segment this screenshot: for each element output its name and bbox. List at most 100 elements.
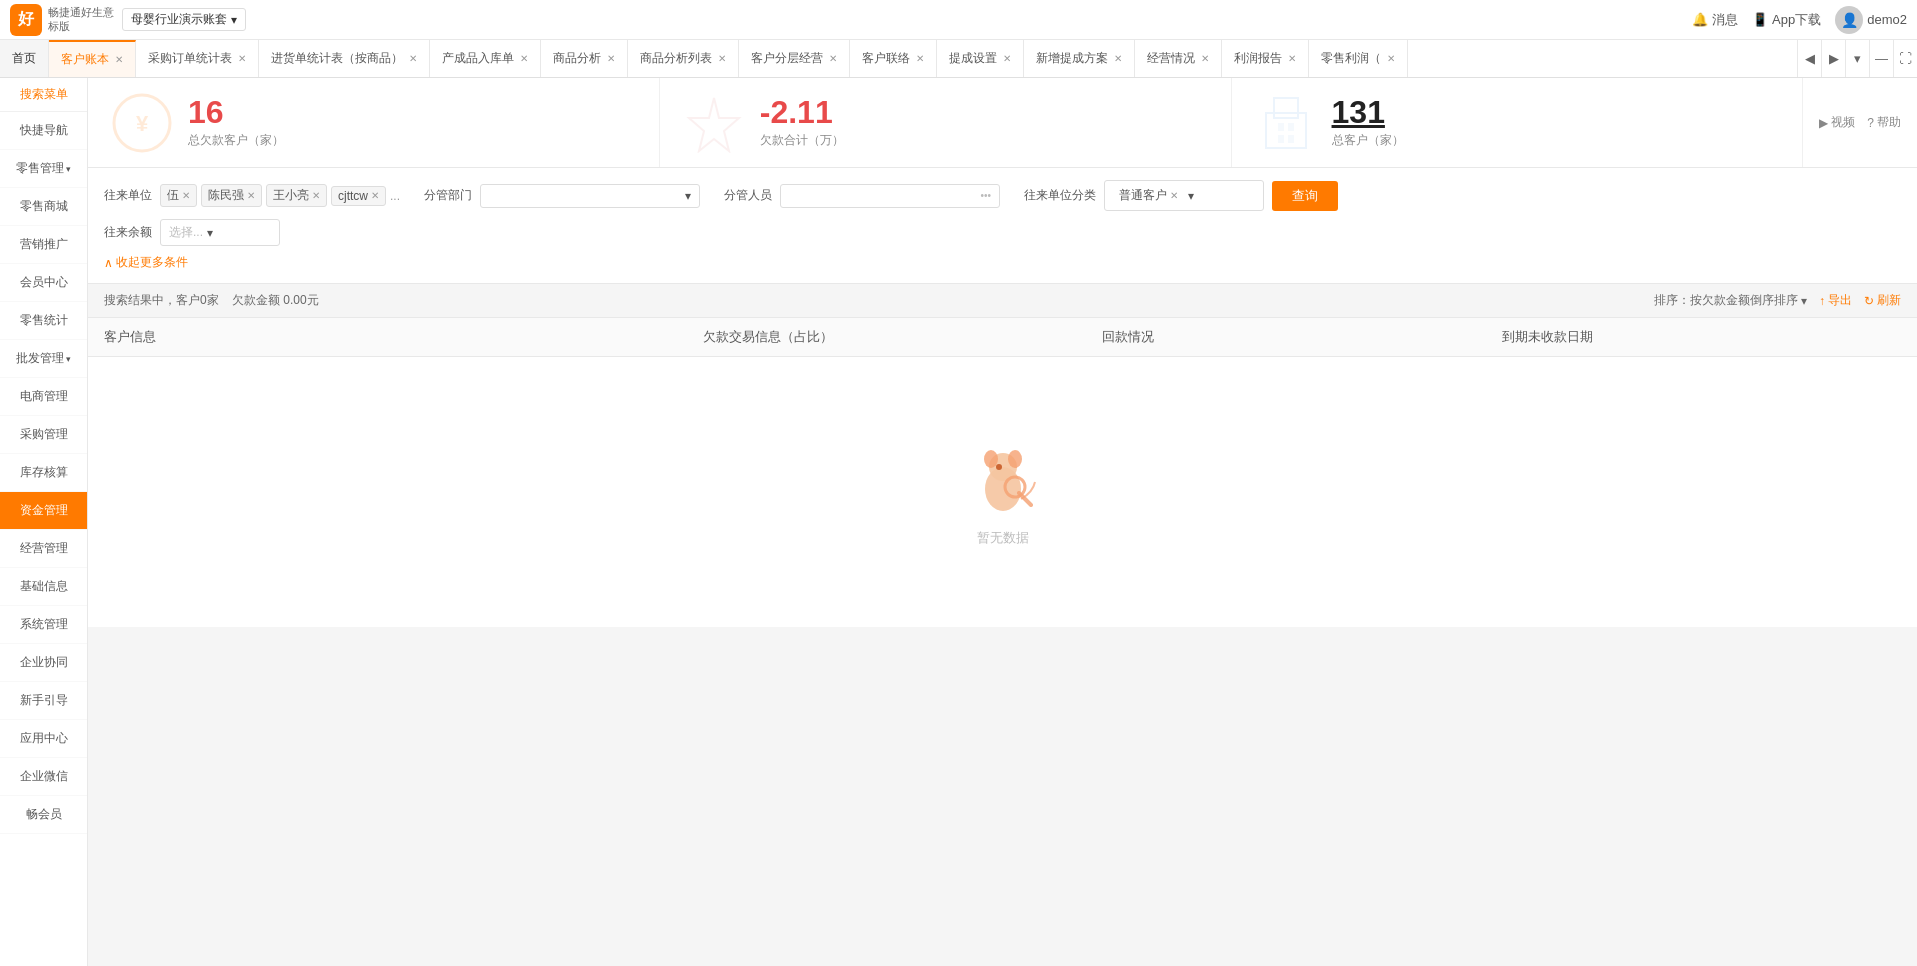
remove-tag-wu[interactable]: ✕ (182, 190, 190, 201)
stat-debt-customers-label: 总欠款客户（家） (188, 132, 284, 149)
tab-home[interactable]: 首页 (0, 40, 49, 77)
app-download-btn[interactable]: 📱 App下载 (1752, 11, 1821, 29)
tab-customer-contact[interactable]: 客户联络 ✕ (850, 40, 937, 77)
tab-customer-book[interactable]: 客户账本 ✕ (49, 40, 136, 77)
balance-label: 往来余额 (104, 224, 152, 241)
table-area: 客户信息 欠款交易信息（占比） 回款情况 到期未收款日期 (88, 318, 1917, 627)
chevron-down-icon: ▾ (207, 226, 213, 240)
query-button[interactable]: 查询 (1272, 181, 1338, 211)
svg-point-12 (1008, 450, 1022, 468)
main-layout: 搜索菜单 快捷导航 零售管理 ▾ 零售商城 营销推广 会员中心 零售统计 批发管… (0, 78, 1917, 966)
sort-button[interactable]: 排序：按欠款金额倒序排序 ▾ (1654, 292, 1807, 309)
sidebar-item-ops-mgmt[interactable]: 经营管理 (0, 530, 87, 568)
play-icon: ▶ (1819, 116, 1828, 130)
tab-next-arrow[interactable]: ▶ (1821, 40, 1845, 78)
question-icon: ? (1867, 116, 1874, 130)
sidebar-item-member-center[interactable]: 会员中心 (0, 264, 87, 302)
category-select[interactable]: 普通客户 ✕ ▾ (1104, 180, 1264, 211)
sidebar-item-finance[interactable]: 资金管理 (0, 492, 87, 530)
logo-text: 畅捷通好生意 标版 (48, 6, 114, 32)
sidebar-item-purchase-mgmt[interactable]: 采购管理 (0, 416, 87, 454)
export-button[interactable]: ↑ 导出 (1819, 292, 1852, 309)
close-icon[interactable]: ✕ (1114, 53, 1122, 64)
remove-tag-chen[interactable]: ✕ (247, 190, 255, 201)
close-icon[interactable]: ✕ (829, 53, 837, 64)
unit-tag-wu: 伍 ✕ (160, 184, 197, 207)
sidebar-item-marketing[interactable]: 营销推广 (0, 226, 87, 264)
close-icon[interactable]: ✕ (238, 53, 246, 64)
minimize-icon[interactable]: — (1869, 40, 1893, 78)
tab-purchase-stats[interactable]: 进货单统计表（按商品） ✕ (259, 40, 430, 77)
person-select[interactable]: ••• (780, 184, 1000, 208)
close-icon[interactable]: ✕ (115, 54, 123, 65)
sidebar-item-basic-info[interactable]: 基础信息 (0, 568, 87, 606)
stat-debt-customers-info: 16 总欠款客户（家） (188, 96, 284, 149)
sidebar-item-ecommerce[interactable]: 电商管理 (0, 378, 87, 416)
building-icon (1256, 93, 1316, 153)
sidebar-item-new-guide[interactable]: 新手引导 (0, 682, 87, 720)
unit-more[interactable]: ... (390, 189, 400, 203)
category-label: 往来单位分类 (1024, 187, 1096, 204)
tab-profit-report[interactable]: 利润报告 ✕ (1222, 40, 1309, 77)
tab-operations[interactable]: 经营情况 ✕ (1135, 40, 1222, 77)
close-icon[interactable]: ✕ (1387, 53, 1395, 64)
tab-menu-arrow[interactable]: ▾ (1845, 40, 1869, 78)
tab-controls: ◀ ▶ ▾ — ⛶ (1797, 40, 1917, 77)
sidebar-item-enterprise[interactable]: 企业协同 (0, 644, 87, 682)
close-icon[interactable]: ✕ (916, 53, 924, 64)
collapse-btn[interactable]: ∧ 收起更多条件 (104, 254, 1901, 271)
sidebar-item-batch-mgmt[interactable]: 批发管理 ▾ (0, 340, 87, 378)
svg-rect-4 (1274, 98, 1298, 118)
results-summary: 搜索结果中，客户0家 欠款金额 0.00元 (104, 292, 319, 309)
sidebar-item-enterprise-wechat[interactable]: 企业微信 (0, 758, 87, 796)
tab-purchase-order[interactable]: 采购订单统计表 ✕ (136, 40, 259, 77)
close-icon[interactable]: ✕ (1201, 53, 1209, 64)
sidebar-item-retail-mall[interactable]: 零售商城 (0, 188, 87, 226)
tab-customer-tier[interactable]: 客户分层经营 ✕ (739, 40, 850, 77)
empty-text: 暂无数据 (977, 529, 1029, 547)
topbar-right: 🔔 消息 📱 App下载 👤 demo2 (1692, 6, 1907, 34)
remove-tag-cjttcw[interactable]: ✕ (371, 190, 379, 201)
tab-retail-profit[interactable]: 零售利润（ ✕ (1309, 40, 1408, 77)
chevron-down-icon: ▾ (685, 189, 691, 203)
svg-rect-5 (1278, 123, 1284, 131)
dept-select[interactable]: ▾ (480, 184, 700, 208)
sidebar-item-app-center[interactable]: 应用中心 (0, 720, 87, 758)
help-btn[interactable]: ? 帮助 (1867, 114, 1901, 131)
tab-product-analysis-list[interactable]: 商品分析列表 ✕ (628, 40, 739, 77)
refresh-button[interactable]: ↻ 刷新 (1864, 292, 1901, 309)
tab-reminder-settings[interactable]: 提成设置 ✕ (937, 40, 1024, 77)
close-icon[interactable]: ✕ (718, 53, 726, 64)
sidebar-item-search[interactable]: 搜索菜单 (0, 78, 87, 112)
sidebar-item-system-mgmt[interactable]: 系统管理 (0, 606, 87, 644)
close-icon[interactable]: ✕ (1288, 53, 1296, 64)
close-icon[interactable]: ✕ (520, 53, 528, 64)
messages-btn[interactable]: 🔔 消息 (1692, 11, 1738, 29)
unit-tag-chen: 陈民强 ✕ (201, 184, 262, 207)
download-icon: 📱 (1752, 12, 1768, 27)
tab-produce-inbound[interactable]: 产成品入库单 ✕ (430, 40, 541, 77)
sidebar-item-retail-mgmt[interactable]: 零售管理 ▾ (0, 150, 87, 188)
close-icon[interactable]: ✕ (607, 53, 615, 64)
remove-tag-wang[interactable]: ✕ (312, 190, 320, 201)
tab-product-analysis[interactable]: 商品分析 ✕ (541, 40, 628, 77)
account-dropdown[interactable]: 母婴行业演示账套 ▾ (122, 8, 246, 31)
refresh-icon: ↻ (1864, 294, 1874, 308)
maximize-icon[interactable]: ⛶ (1893, 40, 1917, 78)
user-menu[interactable]: 👤 demo2 (1835, 6, 1907, 34)
close-icon[interactable]: ✕ (1003, 53, 1011, 64)
more-icon: ••• (981, 190, 992, 201)
stat-debt-amount-info: -2.11 欠款合计（万） (760, 96, 844, 149)
remove-category-tag[interactable]: ✕ (1170, 190, 1178, 201)
stats-bar: ¥ 16 总欠款客户（家） -2.11 欠款合计（万） (88, 78, 1917, 168)
sidebar-item-inventory[interactable]: 库存核算 (0, 454, 87, 492)
sidebar-item-retail-stats[interactable]: 零售统计 (0, 302, 87, 340)
close-icon[interactable]: ✕ (409, 53, 417, 64)
sidebar-item-quick-nav[interactable]: 快捷导航 (0, 112, 87, 150)
balance-select[interactable]: 选择... ▾ (160, 219, 280, 246)
stat-debt-amount-value: -2.11 (760, 96, 844, 128)
tab-prev-arrow[interactable]: ◀ (1797, 40, 1821, 78)
sidebar-item-vip[interactable]: 畅会员 (0, 796, 87, 834)
tab-new-plan[interactable]: 新增提成方案 ✕ (1024, 40, 1135, 77)
video-btn[interactable]: ▶ 视频 (1819, 114, 1855, 131)
